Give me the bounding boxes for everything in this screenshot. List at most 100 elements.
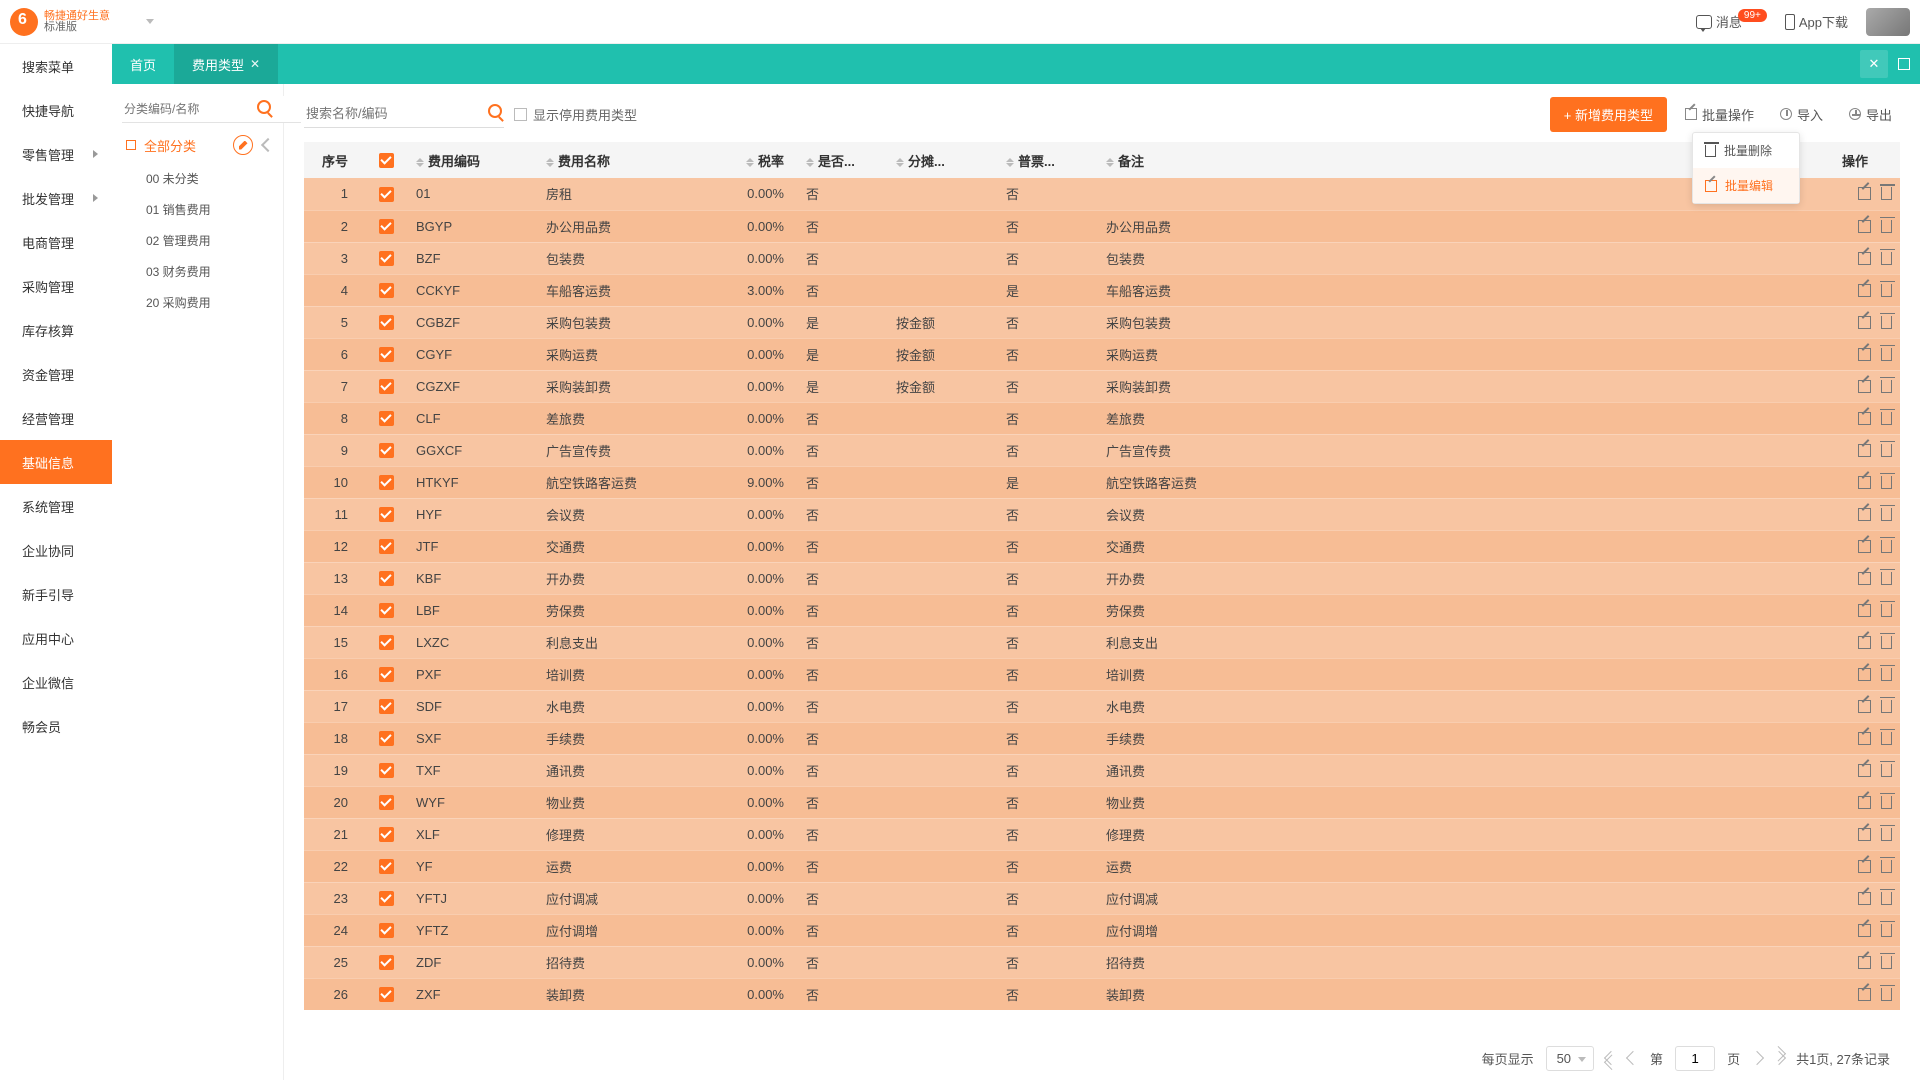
- table-row[interactable]: 19TXF通讯费0.00%否否通讯费: [304, 754, 1900, 786]
- row-checkbox[interactable]: [364, 338, 408, 370]
- row-edit-button[interactable]: [1858, 828, 1871, 841]
- table-row[interactable]: 8CLF差旅费0.00%否否差旅费: [304, 402, 1900, 434]
- search-icon[interactable]: [257, 100, 271, 114]
- col-bool1[interactable]: 是否...: [798, 142, 888, 178]
- row-edit-button[interactable]: [1858, 540, 1871, 553]
- row-delete-button[interactable]: [1881, 732, 1892, 745]
- row-delete-button[interactable]: [1881, 220, 1892, 233]
- table-row[interactable]: 21XLF修理费0.00%否否修理费: [304, 818, 1900, 850]
- row-delete-button[interactable]: [1881, 636, 1892, 649]
- tab-home[interactable]: 首页: [112, 44, 174, 84]
- messages-button[interactable]: 消息 99+: [1696, 12, 1767, 31]
- show-disabled-toggle[interactable]: 显示停用费用类型: [514, 105, 637, 124]
- row-edit-button[interactable]: [1858, 252, 1871, 265]
- col-bool2[interactable]: 普票...: [998, 142, 1098, 178]
- row-delete-button[interactable]: [1881, 764, 1892, 777]
- table-row[interactable]: 4CCKYF车船客运费3.00%否是车船客运费: [304, 274, 1900, 306]
- row-edit-button[interactable]: [1858, 316, 1871, 329]
- row-edit-button[interactable]: [1858, 764, 1871, 777]
- row-checkbox[interactable]: [364, 274, 408, 306]
- category-all[interactable]: 全部分类: [112, 131, 283, 163]
- row-edit-button[interactable]: [1858, 380, 1871, 393]
- avatar[interactable]: [1866, 8, 1910, 36]
- row-delete-button[interactable]: [1881, 892, 1892, 905]
- row-checkbox[interactable]: [364, 946, 408, 978]
- table-row[interactable]: 22YF运费0.00%否否运费: [304, 850, 1900, 882]
- batch-delete-item[interactable]: 批量删除: [1693, 133, 1799, 168]
- table-row[interactable]: 5CGBZF采购包装费0.00%是按金额否采购包装费: [304, 306, 1900, 338]
- row-checkbox[interactable]: [364, 658, 408, 690]
- table-search-input[interactable]: [304, 100, 504, 128]
- row-edit-button[interactable]: [1858, 732, 1871, 745]
- row-delete-button[interactable]: [1881, 700, 1892, 713]
- table-row[interactable]: 10HTKYF航空铁路客运费9.00%否是航空铁路客运费: [304, 466, 1900, 498]
- pager-first-button[interactable]: [1604, 1051, 1618, 1065]
- row-delete-button[interactable]: [1881, 860, 1892, 873]
- col-name[interactable]: 费用名称: [538, 142, 708, 178]
- pager-page-input[interactable]: [1675, 1046, 1715, 1071]
- table-row[interactable]: 26ZXF装卸费0.00%否否装卸费: [304, 978, 1900, 1010]
- row-delete-button[interactable]: [1881, 187, 1892, 200]
- row-checkbox[interactable]: [364, 786, 408, 818]
- sidebar-item-9[interactable]: 基础信息: [0, 440, 112, 484]
- row-checkbox[interactable]: [364, 722, 408, 754]
- row-checkbox[interactable]: [364, 402, 408, 434]
- perpage-select[interactable]: 50: [1546, 1046, 1594, 1071]
- table-row[interactable]: 11HYF会议费0.00%否否会议费: [304, 498, 1900, 530]
- row-checkbox[interactable]: [364, 178, 408, 210]
- row-delete-button[interactable]: [1881, 604, 1892, 617]
- pager-next-button[interactable]: [1750, 1051, 1764, 1065]
- export-button[interactable]: 导出: [1841, 99, 1900, 130]
- sidebar-item-15[interactable]: 畅会员: [0, 704, 112, 748]
- table-row[interactable]: 9GGXCF广告宣传费0.00%否否广告宣传费: [304, 434, 1900, 466]
- row-delete-button[interactable]: [1881, 956, 1892, 969]
- sidebar-item-11[interactable]: 企业协同: [0, 528, 112, 572]
- row-delete-button[interactable]: [1881, 284, 1892, 297]
- tab-fee-type[interactable]: 费用类型 ✕: [174, 44, 278, 84]
- batch-actions-button[interactable]: 批量操作: [1677, 99, 1762, 130]
- row-delete-button[interactable]: [1881, 796, 1892, 809]
- table-row[interactable]: 15LXZC利息支出0.00%否否利息支出: [304, 626, 1900, 658]
- row-delete-button[interactable]: [1881, 316, 1892, 329]
- add-fee-type-button[interactable]: + 新增费用类型: [1550, 97, 1667, 132]
- category-item-4[interactable]: 20 采购费用: [112, 287, 283, 318]
- app-download-button[interactable]: App下载: [1785, 12, 1848, 31]
- sidebar-item-1[interactable]: 快捷导航: [0, 88, 112, 132]
- row-delete-button[interactable]: [1881, 540, 1892, 553]
- row-edit-button[interactable]: [1858, 604, 1871, 617]
- row-edit-button[interactable]: [1858, 220, 1871, 233]
- row-delete-button[interactable]: [1881, 444, 1892, 457]
- row-checkbox[interactable]: [364, 914, 408, 946]
- row-delete-button[interactable]: [1881, 828, 1892, 841]
- batch-edit-item[interactable]: 批量编辑: [1693, 168, 1799, 203]
- table-row[interactable]: 3BZF包装费0.00%否否包装费: [304, 242, 1900, 274]
- import-button[interactable]: 导入: [1772, 99, 1831, 130]
- row-checkbox[interactable]: [364, 466, 408, 498]
- row-delete-button[interactable]: [1881, 412, 1892, 425]
- row-edit-button[interactable]: [1858, 187, 1871, 200]
- row-checkbox[interactable]: [364, 530, 408, 562]
- table-row[interactable]: 13KBF开办费0.00%否否开办费: [304, 562, 1900, 594]
- search-icon[interactable]: [488, 104, 502, 118]
- category-edit-button[interactable]: [233, 135, 253, 155]
- row-delete-button[interactable]: [1881, 380, 1892, 393]
- row-edit-button[interactable]: [1858, 796, 1871, 809]
- table-row[interactable]: 16PXF培训费0.00%否否培训费: [304, 658, 1900, 690]
- row-edit-button[interactable]: [1858, 892, 1871, 905]
- row-checkbox[interactable]: [364, 242, 408, 274]
- table-row[interactable]: 2BGYP办公用品费0.00%否否办公用品费: [304, 210, 1900, 242]
- row-delete-button[interactable]: [1881, 924, 1892, 937]
- col-rate[interactable]: 税率: [708, 142, 798, 178]
- table-row[interactable]: 7CGZXF采购装卸费0.00%是按金额否采购装卸费: [304, 370, 1900, 402]
- org-picker[interactable]: [140, 19, 154, 24]
- sidebar-item-7[interactable]: 资金管理: [0, 352, 112, 396]
- category-item-3[interactable]: 03 财务费用: [112, 256, 283, 287]
- col-share[interactable]: 分摊...: [888, 142, 998, 178]
- row-checkbox[interactable]: [364, 690, 408, 722]
- row-edit-button[interactable]: [1858, 700, 1871, 713]
- row-edit-button[interactable]: [1858, 412, 1871, 425]
- category-item-1[interactable]: 01 销售费用: [112, 194, 283, 225]
- pager-last-button[interactable]: [1772, 1051, 1786, 1065]
- row-checkbox[interactable]: [364, 882, 408, 914]
- table-row[interactable]: 101房租0.00%否否: [304, 178, 1900, 210]
